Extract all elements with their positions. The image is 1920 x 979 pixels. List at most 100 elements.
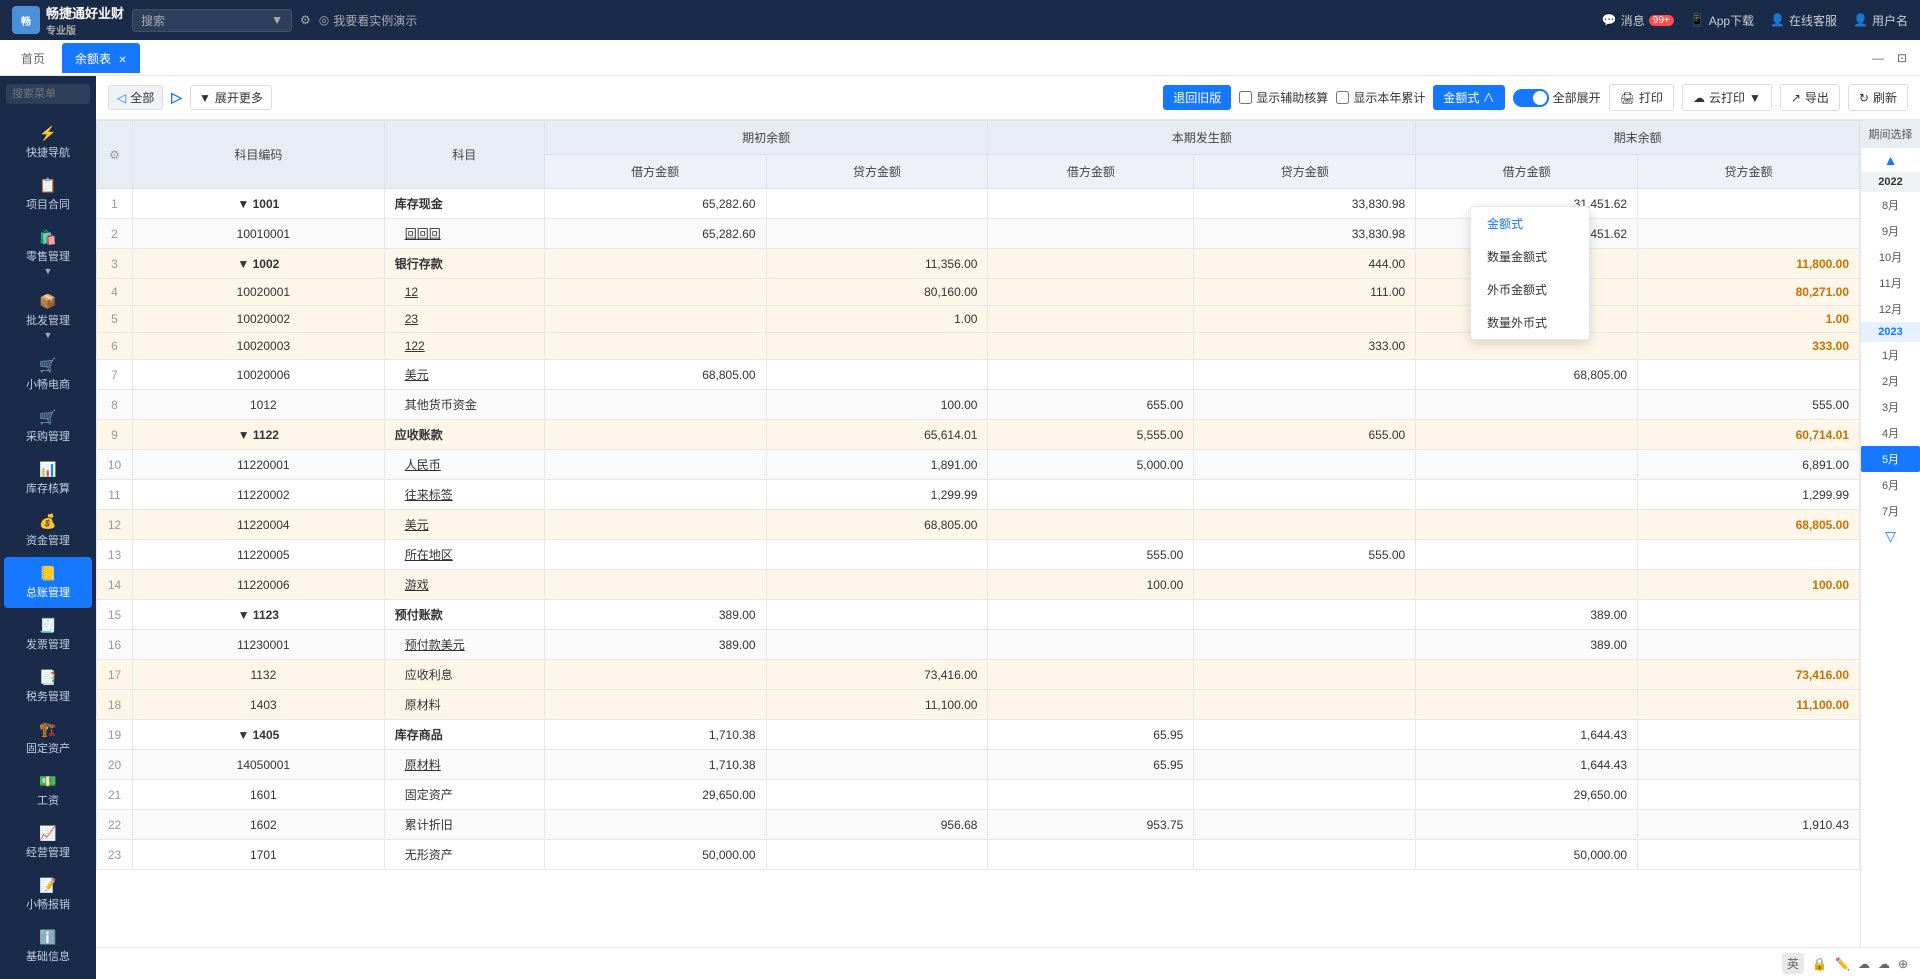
- lock-icon[interactable]: 🔒: [1812, 957, 1827, 971]
- sidebar-item-capital[interactable]: 💰 资金管理: [4, 505, 92, 556]
- sidebar-item-basic[interactable]: ℹ️ 基础信息: [4, 921, 92, 972]
- account-name-cell[interactable]: 所在地区: [384, 540, 544, 570]
- account-name-cell[interactable]: 预付款美元: [384, 630, 544, 660]
- cb-debit-cell: [1416, 510, 1638, 540]
- period-month-dec[interactable]: 12月: [1861, 296, 1920, 322]
- table-settings-icon[interactable]: ⚙: [109, 148, 120, 162]
- period-month-may[interactable]: 5月: [1861, 446, 1920, 472]
- account-name-cell[interactable]: 23: [384, 306, 544, 333]
- account-name-cell[interactable]: 原材料: [384, 750, 544, 780]
- account-name-cell[interactable]: 美元: [384, 360, 544, 390]
- edit-icon[interactable]: ✏️: [1835, 957, 1850, 971]
- tab-home[interactable]: 首页: [8, 43, 58, 73]
- ob-credit-cell: [766, 780, 988, 810]
- col-cb-credit: 贷方金额: [1638, 155, 1860, 189]
- sidebar-item-accounting[interactable]: 📒 总账管理: [4, 557, 92, 608]
- cp-debit-cell: [988, 219, 1194, 249]
- cb-credit-cell: 6,891.00: [1638, 450, 1860, 480]
- online-service-button[interactable]: 👤 在线客服: [1770, 12, 1837, 29]
- sidebar-item-assets[interactable]: 🏗️ 固定资产: [4, 713, 92, 764]
- period-month-jan[interactable]: 1月: [1861, 342, 1920, 368]
- dropdown-item-amount[interactable]: 金额式: [1471, 207, 1589, 240]
- dropdown-item-foreign-amount[interactable]: 外币金额式: [1471, 273, 1589, 306]
- sidebar-item-invoice[interactable]: 🧾 发票管理: [4, 609, 92, 660]
- user-avatar[interactable]: 👤 用户名: [1853, 12, 1908, 29]
- sidebar-item-retail[interactable]: 🛍️ 零售管理 ▼: [4, 221, 92, 284]
- sidebar-item-salary[interactable]: 💵 工资: [4, 765, 92, 816]
- filter-all-tag[interactable]: ◁ 全部: [108, 85, 163, 110]
- sidebar-item-purchase[interactable]: 🛒 采购管理: [4, 401, 92, 452]
- demo-link[interactable]: ◎ 我要看实例演示: [319, 12, 418, 29]
- ob-debit-cell: 68,805.00: [544, 360, 766, 390]
- cp-credit-cell: 33,830.98: [1194, 189, 1416, 219]
- account-name-cell[interactable]: 游戏: [384, 570, 544, 600]
- tab-bar-expand-icon[interactable]: ⊡: [1892, 48, 1912, 68]
- cloud-icon-1[interactable]: ☁: [1858, 957, 1870, 971]
- account-name-cell[interactable]: 12: [384, 279, 544, 306]
- print-btn[interactable]: 🖨 打印: [1609, 84, 1674, 111]
- sidebar-item-operations[interactable]: 📈 经营管理: [4, 817, 92, 868]
- period-month-mar[interactable]: 3月: [1861, 394, 1920, 420]
- cp-debit-cell: [988, 780, 1194, 810]
- settings-gear-icon[interactable]: ⚙: [300, 13, 311, 27]
- sidebar-item-quick-nav[interactable]: ⚡ 快捷导航: [4, 117, 92, 168]
- period-nav-up[interactable]: ▲: [1861, 148, 1920, 172]
- ob-credit-cell: [766, 540, 988, 570]
- account-name-cell[interactable]: 回回回: [384, 219, 544, 249]
- sidebar-search-input[interactable]: [6, 84, 90, 104]
- cp-debit-cell: [988, 480, 1194, 510]
- tab-close-icon[interactable]: ✕: [118, 55, 126, 66]
- filter-forward-arrow[interactable]: ▷: [171, 89, 182, 106]
- expand-all-toggle[interactable]: 全部展开: [1513, 89, 1601, 107]
- amount-style-btn[interactable]: 金额式 ∧: [1433, 85, 1504, 110]
- print-icon: 🖨: [1620, 91, 1635, 105]
- sidebar-item-project[interactable]: 📋 项目合同: [4, 169, 92, 220]
- account-name-cell[interactable]: 人民币: [384, 450, 544, 480]
- cloud-icon-2[interactable]: ☁: [1878, 957, 1890, 971]
- period-month-sep[interactable]: 9月: [1861, 218, 1920, 244]
- lang-icon[interactable]: 英: [1782, 953, 1804, 974]
- main-layout: ⚡ 快捷导航 📋 项目合同 🛍️ 零售管理 ▼ 📦 批发管理 ▼ 🛒 小畅电商: [0, 76, 1920, 979]
- expand-more-btn[interactable]: ▼ 展开更多: [190, 85, 272, 110]
- header-search-box[interactable]: 搜索 ▼: [132, 9, 292, 32]
- dropdown-item-qty-amount[interactable]: 数量金额式: [1471, 240, 1589, 273]
- account-name-cell[interactable]: 美元: [384, 510, 544, 540]
- table-row: 4 10020001 12 80,160.00 111.00 80,271.00: [97, 279, 1860, 306]
- period-month-nov[interactable]: 11月: [1861, 270, 1920, 296]
- sidebar-item-tax[interactable]: 📑 税务管理: [4, 661, 92, 712]
- period-month-feb[interactable]: 2月: [1861, 368, 1920, 394]
- sidebar-item-ecommerce[interactable]: 🛒 小畅电商: [4, 349, 92, 400]
- return-old-version-btn[interactable]: 退回旧版: [1163, 85, 1231, 110]
- sidebar-item-wholesale[interactable]: 📦 批发管理 ▼: [4, 285, 92, 348]
- table-container[interactable]: ⚙ 科目编码 科目 期初余额 本期发生额 期末余额 借方金额 贷方金额 借方金额: [96, 120, 1860, 947]
- period-month-jun[interactable]: 6月: [1861, 472, 1920, 498]
- export-btn[interactable]: ↗ 导出: [1780, 84, 1840, 111]
- message-button[interactable]: 💬 消息 99+: [1602, 12, 1674, 29]
- tab-bar-minimize-icon[interactable]: —: [1868, 48, 1888, 68]
- show-auxiliary-checkbox[interactable]: 显示辅助核算: [1239, 89, 1328, 106]
- refresh-btn[interactable]: ↻ 刷新: [1848, 84, 1908, 111]
- cp-debit-cell: [988, 630, 1194, 660]
- sidebar-item-reports[interactable]: 📝 小畅报销: [4, 869, 92, 920]
- salary-icon: 💵: [39, 773, 56, 790]
- period-month-aug[interactable]: 8月: [1861, 192, 1920, 218]
- row-no: 20: [97, 750, 133, 780]
- sidebar-item-inventory[interactable]: 📊 库存核算: [4, 453, 92, 504]
- period-nav-down[interactable]: ▽: [1861, 524, 1920, 549]
- cloud-print-btn[interactable]: ☁ 云打印 ▼: [1682, 84, 1772, 111]
- period-month-oct[interactable]: 10月: [1861, 244, 1920, 270]
- period-month-jul[interactable]: 7月: [1861, 498, 1920, 524]
- app-download-button[interactable]: 📱 App下载: [1690, 12, 1754, 29]
- period-month-apr[interactable]: 4月: [1861, 420, 1920, 446]
- content-area: ◁ 全部 ▷ ▼ 展开更多 退回旧版 显示辅助核算 显示本年累计: [96, 76, 1920, 979]
- add-icon[interactable]: ⊕: [1898, 957, 1908, 971]
- account-name-cell[interactable]: 122: [384, 333, 544, 360]
- sidebar-item-system[interactable]: ⚙️ 系统管理: [4, 973, 92, 979]
- show-ytd-checkbox[interactable]: 显示本年累计: [1336, 89, 1425, 106]
- tab-balance-sheet[interactable]: 余额表 ✕: [62, 43, 140, 73]
- dropdown-item-qty-foreign[interactable]: 数量外币式: [1471, 306, 1589, 339]
- toggle-switch-control[interactable]: [1513, 89, 1549, 107]
- table-row: 1 ▼ 1001 库存现金 65,282.60 33,830.98 31,451…: [97, 189, 1860, 219]
- settings-header[interactable]: ⚙: [97, 121, 133, 189]
- account-name-cell[interactable]: 往来标签: [384, 480, 544, 510]
